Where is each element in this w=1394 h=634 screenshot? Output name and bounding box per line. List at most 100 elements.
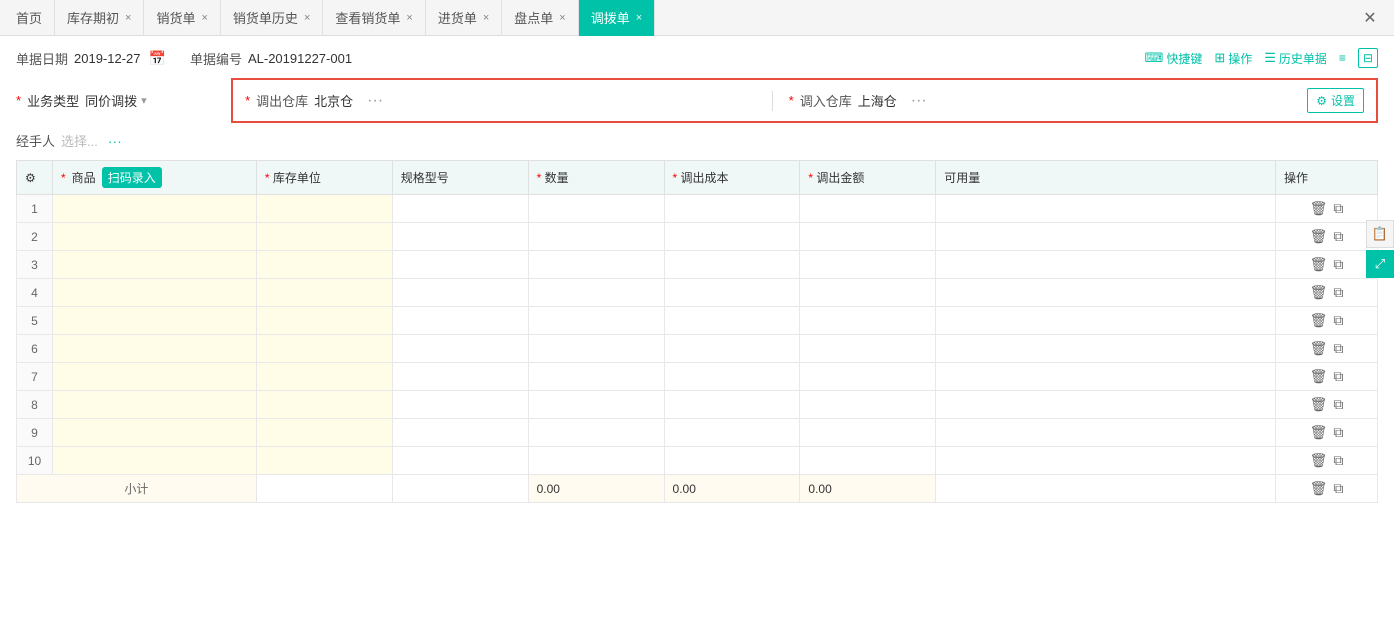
row-amount-7[interactable]	[800, 363, 936, 391]
row-qty-10[interactable]	[528, 447, 664, 475]
tab-inventory-close[interactable]: ×	[559, 12, 565, 24]
row-delete-2[interactable]: 🗑	[1310, 228, 1328, 245]
row-copy-7[interactable]: ⧉	[1333, 368, 1343, 385]
row-amount-10[interactable]	[800, 447, 936, 475]
row-unit-5[interactable]	[256, 307, 392, 335]
row-spec-10[interactable]	[392, 447, 528, 475]
row-delete-7[interactable]: 🗑	[1310, 368, 1328, 385]
scan-entry-button[interactable]: 扫码录入	[102, 167, 162, 188]
layout-btn1[interactable]: ≡	[1339, 51, 1346, 65]
row-cost-5[interactable]	[664, 307, 800, 335]
row-spec-6[interactable]	[392, 335, 528, 363]
row-delete-8[interactable]: 🗑	[1310, 396, 1328, 413]
row-qty-2[interactable]	[528, 223, 664, 251]
wh-out-more-icon[interactable]: ···	[367, 92, 383, 110]
row-qty-4[interactable]	[528, 279, 664, 307]
row-amount-8[interactable]	[800, 391, 936, 419]
row-copy-3[interactable]: ⧉	[1333, 256, 1343, 273]
shortcuts-btn[interactable]: ⌨ 快捷键	[1145, 50, 1203, 67]
row-amount-3[interactable]	[800, 251, 936, 279]
row-delete-5[interactable]: 🗑	[1310, 312, 1328, 329]
tab-sales-order[interactable]: 销货单 ×	[144, 0, 220, 36]
row-spec-9[interactable]	[392, 419, 528, 447]
row-cost-9[interactable]	[664, 419, 800, 447]
row-cost-10[interactable]	[664, 447, 800, 475]
row-delete-9[interactable]: 🗑	[1310, 424, 1328, 441]
tab-view-sales-close[interactable]: ×	[406, 12, 412, 24]
row-amount-2[interactable]	[800, 223, 936, 251]
row-product-5[interactable]	[53, 307, 257, 335]
row-product-10[interactable]	[53, 447, 257, 475]
row-product-6[interactable]	[53, 335, 257, 363]
row-copy-1[interactable]: ⧉	[1333, 200, 1343, 217]
subtotal-copy-icon[interactable]: ⧉	[1333, 480, 1343, 497]
tab-transfer-close[interactable]: ×	[636, 12, 642, 24]
row-qty-1[interactable]	[528, 195, 664, 223]
person-select[interactable]: 选择...	[61, 131, 98, 150]
layout-btn2[interactable]: ⊟	[1358, 48, 1378, 68]
tab-sales-order-close[interactable]: ×	[201, 12, 207, 24]
row-spec-8[interactable]	[392, 391, 528, 419]
row-product-1[interactable]	[53, 195, 257, 223]
row-cost-8[interactable]	[664, 391, 800, 419]
row-copy-9[interactable]: ⧉	[1333, 424, 1343, 441]
row-copy-4[interactable]: ⧉	[1333, 284, 1343, 301]
row-delete-6[interactable]: 🗑	[1310, 340, 1328, 357]
row-delete-1[interactable]: 🗑	[1310, 200, 1328, 217]
row-product-7[interactable]	[53, 363, 257, 391]
tab-sales-history-close[interactable]: ×	[304, 12, 310, 24]
row-qty-9[interactable]	[528, 419, 664, 447]
row-spec-3[interactable]	[392, 251, 528, 279]
row-amount-5[interactable]	[800, 307, 936, 335]
tab-inventory-init-close[interactable]: ×	[125, 12, 131, 24]
tab-home[interactable]: 首页	[8, 0, 55, 36]
wh-in-more-icon[interactable]: ···	[911, 92, 927, 110]
row-delete-10[interactable]: 🗑	[1310, 452, 1328, 469]
row-qty-8[interactable]	[528, 391, 664, 419]
row-spec-4[interactable]	[392, 279, 528, 307]
window-close-button[interactable]: ✕	[1354, 2, 1386, 34]
row-copy-5[interactable]: ⧉	[1333, 312, 1343, 329]
row-spec-1[interactable]	[392, 195, 528, 223]
row-delete-4[interactable]: 🗑	[1310, 284, 1328, 301]
row-unit-3[interactable]	[256, 251, 392, 279]
row-spec-5[interactable]	[392, 307, 528, 335]
row-unit-2[interactable]	[256, 223, 392, 251]
row-qty-7[interactable]	[528, 363, 664, 391]
row-spec-7[interactable]	[392, 363, 528, 391]
biz-type-select[interactable]: 同价调拨 ▾	[85, 91, 205, 110]
row-amount-6[interactable]	[800, 335, 936, 363]
settings-button[interactable]: ⚙ 设置	[1307, 88, 1364, 113]
sidebar-expand-button[interactable]: ⤢	[1366, 250, 1394, 278]
row-unit-4[interactable]	[256, 279, 392, 307]
row-copy-8[interactable]: ⧉	[1333, 396, 1343, 413]
row-copy-10[interactable]: ⧉	[1333, 452, 1343, 469]
row-qty-3[interactable]	[528, 251, 664, 279]
row-copy-2[interactable]: ⧉	[1333, 228, 1343, 245]
row-cost-4[interactable]	[664, 279, 800, 307]
row-cost-2[interactable]	[664, 223, 800, 251]
calendar-icon[interactable]: 📅	[149, 50, 166, 67]
tab-purchase-close[interactable]: ×	[483, 12, 489, 24]
sidebar-doc-button[interactable]: 📋	[1366, 220, 1394, 248]
row-unit-6[interactable]	[256, 335, 392, 363]
row-spec-2[interactable]	[392, 223, 528, 251]
row-unit-9[interactable]	[256, 419, 392, 447]
history-btn[interactable]: ☰ 历史单据	[1264, 50, 1327, 67]
row-cost-1[interactable]	[664, 195, 800, 223]
row-product-3[interactable]	[53, 251, 257, 279]
person-more-icon[interactable]: ···	[108, 133, 122, 149]
row-unit-10[interactable]	[256, 447, 392, 475]
row-cost-7[interactable]	[664, 363, 800, 391]
tab-inventory[interactable]: 盘点单 ×	[502, 0, 578, 36]
row-unit-7[interactable]	[256, 363, 392, 391]
row-product-4[interactable]	[53, 279, 257, 307]
row-cost-6[interactable]	[664, 335, 800, 363]
row-unit-1[interactable]	[256, 195, 392, 223]
row-qty-5[interactable]	[528, 307, 664, 335]
th-settings[interactable]: ⚙	[17, 161, 53, 195]
tab-view-sales[interactable]: 查看销货单 ×	[323, 0, 425, 36]
row-amount-9[interactable]	[800, 419, 936, 447]
row-delete-3[interactable]: 🗑	[1310, 256, 1328, 273]
subtotal-delete-icon[interactable]: 🗑	[1310, 480, 1328, 497]
